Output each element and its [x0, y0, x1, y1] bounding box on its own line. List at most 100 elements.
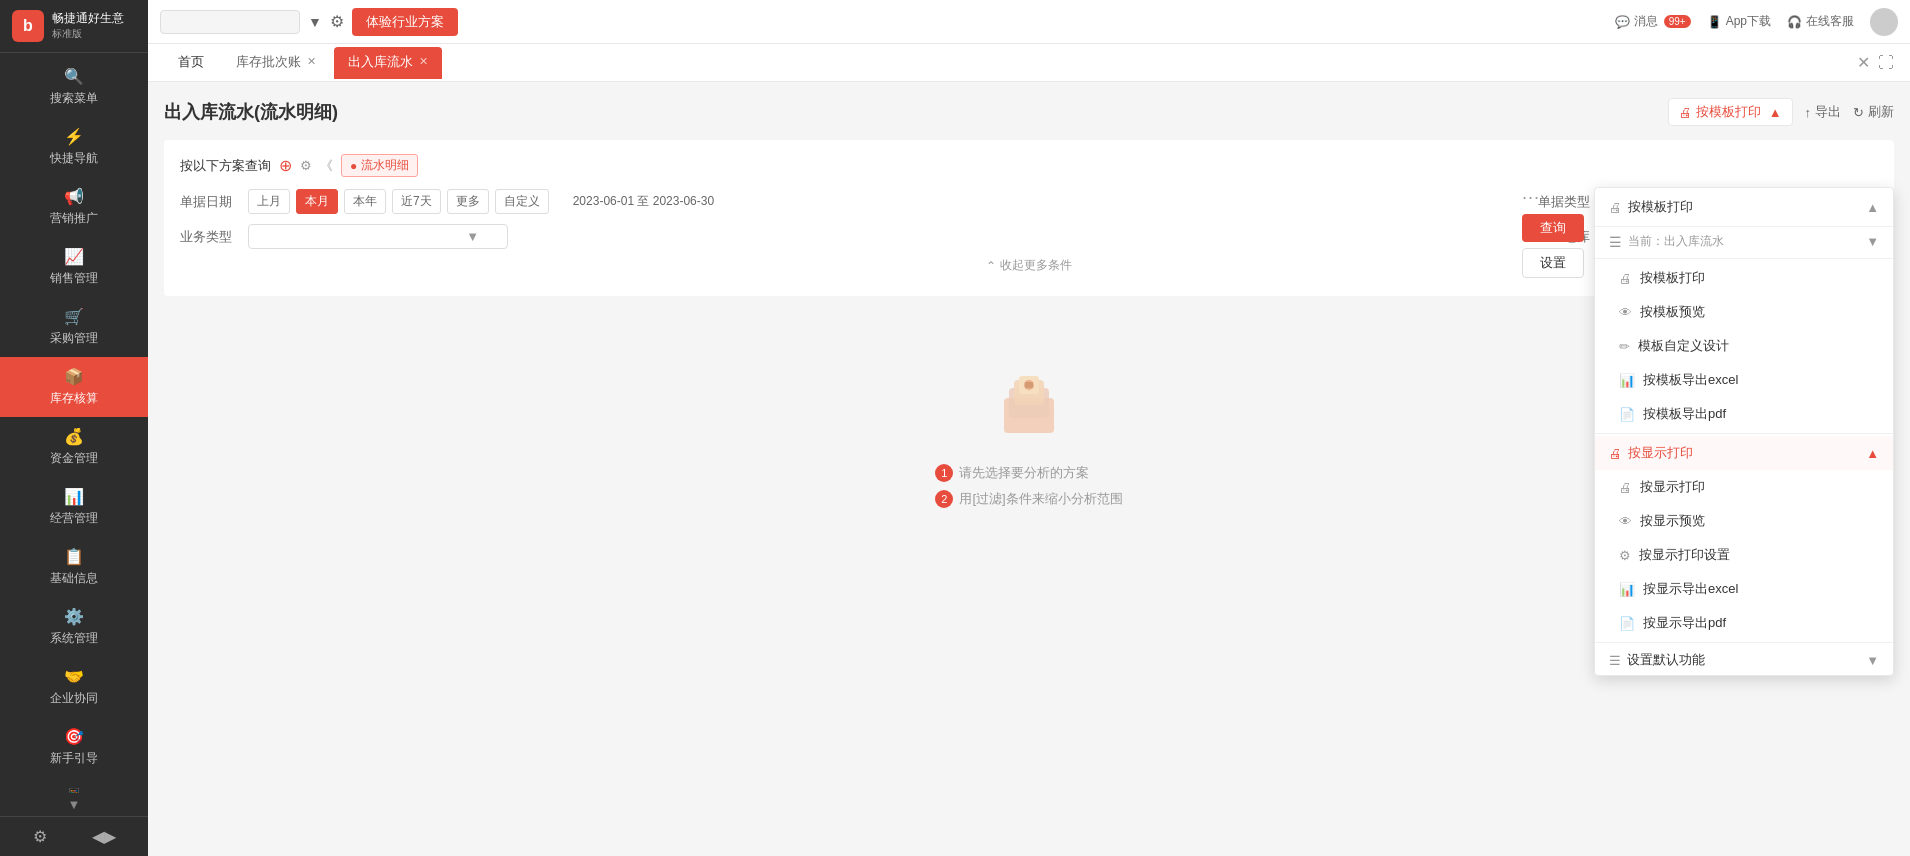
display-preview-icon: 👁 — [1619, 514, 1632, 529]
online-service-btn[interactable]: 🎧 在线客服 — [1787, 13, 1854, 30]
template-preview-icon: 👁 — [1619, 305, 1632, 320]
date-range-display: 2023-06-01 至 2023-06-30 — [573, 193, 714, 210]
sidebar-item-inventory[interactable]: 📦 库存核算 — [0, 357, 148, 417]
date-btn-last-month[interactable]: 上月 — [248, 189, 290, 214]
template-print-icon: 🖨 — [1619, 271, 1632, 286]
topbar-right: 💬 消息 99+ 📱 App下载 🎧 在线客服 — [1615, 8, 1898, 36]
date-btn-7days[interactable]: 近7天 — [392, 189, 441, 214]
empty-hint-1: 1 请先选择要分析的方案 — [935, 464, 1122, 482]
display-section-icon: 🖨 — [1609, 446, 1622, 461]
dropdown-display-preview[interactable]: 👁 按显示预览 — [1595, 504, 1893, 538]
tab-expand-icon[interactable]: ⛶ — [1878, 54, 1894, 72]
sidebar-item-sales[interactable]: 📈 销售管理 — [0, 237, 148, 297]
sidebar-item-cooperation[interactable]: 🤝 企业协同 — [0, 657, 148, 717]
logo-sub: 标准版 — [52, 27, 124, 41]
current-template-item[interactable]: ☰ 当前：出入库流水 ▼ — [1595, 227, 1893, 256]
more-options-btn[interactable]: ··· — [1522, 187, 1584, 208]
display-settings-icon: ⚙ — [1619, 548, 1631, 563]
dropdown-template-export-excel[interactable]: 📊 按模板导出excel — [1595, 363, 1893, 397]
template-customize-icon: ✏ — [1619, 339, 1630, 354]
topbar-search-input[interactable] — [160, 10, 300, 34]
page-header: 出入库流水(流水明细) 🖨 按模板打印 ▲ ↑ 导出 ↻ 刷新 — [164, 98, 1894, 126]
tab-batch-account-close[interactable]: ✕ — [307, 55, 316, 68]
filter-label: 按以下方案查询 — [180, 157, 271, 175]
finance-icon: 💰 — [64, 427, 84, 446]
display-section-arrow: ▲ — [1866, 446, 1879, 461]
page-title: 出入库流水(流水明细) — [164, 100, 338, 124]
sidebar-bottom: ⚙ ◀▶ — [0, 816, 148, 856]
dropdown-display-export-pdf[interactable]: 📄 按显示导出pdf — [1595, 606, 1893, 640]
template-excel-icon: 📊 — [1619, 373, 1635, 388]
topbar-gear-icon[interactable]: ⚙ — [330, 12, 344, 31]
tab-home[interactable]: 首页 — [164, 47, 218, 79]
sidebar-collapse-btn[interactable]: ◀▶ — [92, 827, 116, 846]
filter-collapse-btn[interactable]: 《 — [320, 157, 333, 175]
empty-illustration — [989, 368, 1069, 448]
filter-tag-icon: ● — [350, 159, 357, 173]
topbar: ▼ ⚙ 体验行业方案 💬 消息 99+ 📱 App下载 🎧 在线客服 — [148, 0, 1910, 44]
query-button[interactable]: 查询 — [1522, 214, 1584, 242]
empty-hints: 1 请先选择要分析的方案 2 用[过滤]条件来缩小分析范围 — [935, 464, 1122, 516]
dropdown-template-print[interactable]: 🖨 按模板打印 — [1595, 261, 1893, 295]
basic-info-icon: 📋 — [64, 547, 84, 566]
chevron-up-icon: ⌃ — [986, 259, 996, 273]
settings-button[interactable]: 设置 — [1522, 248, 1584, 278]
sidebar-item-guide[interactable]: 🎯 新手引导 — [0, 717, 148, 777]
sidebar-nav: 🔍 搜索菜单 ⚡ 快捷导航 📢 营销推广 📈 销售管理 🛒 采购管理 📦 库存核… — [0, 53, 148, 793]
sidebar-item-finance[interactable]: 💰 资金管理 — [0, 417, 148, 477]
sidebar-settings-btn[interactable]: ⚙ — [33, 827, 47, 846]
dropdown-template-preview[interactable]: 👁 按模板预览 — [1595, 295, 1893, 329]
dropdown-template-customize[interactable]: ✏ 模板自定义设计 — [1595, 329, 1893, 363]
date-btn-this-year[interactable]: 本年 — [344, 189, 386, 214]
date-filter: 上月 本月 本年 近7天 更多 自定义 — [248, 189, 549, 214]
refresh-btn[interactable]: ↻ 刷新 — [1853, 103, 1894, 121]
tab-flow[interactable]: 出入库流水 ✕ — [334, 47, 442, 79]
export-icon: ↑ — [1805, 105, 1812, 120]
tab-close-all-icon[interactable]: ✕ — [1857, 53, 1870, 72]
business-type-select[interactable]: ▼ — [248, 224, 508, 249]
sidebar-item-search[interactable]: 🔍 搜索菜单 — [0, 57, 148, 117]
date-btn-this-month[interactable]: 本月 — [296, 189, 338, 214]
date-btn-custom[interactable]: 自定义 — [495, 189, 549, 214]
sidebar-scroll-down[interactable]: ▼ — [0, 793, 148, 816]
tabbar: 首页 库存批次账 ✕ 出入库流水 ✕ ✕ ⛶ — [148, 44, 1910, 82]
sales-icon: 📈 — [64, 247, 84, 266]
filter-add-btn[interactable]: ⊕ — [279, 156, 292, 175]
page-actions: 🖨 按模板打印 ▲ ↑ 导出 ↻ 刷新 — [1668, 98, 1894, 126]
topbar-dropdown-arrow[interactable]: ▼ — [308, 14, 322, 30]
dropdown-collapse-arrow[interactable]: ▲ — [1866, 200, 1879, 215]
date-btn-more[interactable]: 更多 — [447, 189, 489, 214]
export-btn[interactable]: ↑ 导出 — [1805, 103, 1842, 121]
sidebar-item-marketing[interactable]: 📢 营销推广 — [0, 177, 148, 237]
dropdown-display-settings[interactable]: ⚙ 按显示打印设置 — [1595, 538, 1893, 572]
template-list-icon: ☰ — [1609, 234, 1622, 250]
sidebar-item-system[interactable]: ⚙️ 系统管理 — [0, 597, 148, 657]
print-dropdown-panel: 🖨 按模板打印 ▲ ☰ 当前：出入库流水 ▼ 🖨 按模板打印 👁 — [1594, 187, 1894, 676]
display-excel-icon: 📊 — [1619, 582, 1635, 597]
user-avatar[interactable] — [1870, 8, 1898, 36]
topbar-left: ▼ ⚙ 体验行业方案 — [160, 8, 1605, 36]
side-buttons: ··· 查询 设置 — [1522, 187, 1584, 278]
page-content: 出入库流水(流水明细) 🖨 按模板打印 ▲ ↑ 导出 ↻ 刷新 — [148, 82, 1910, 856]
tab-flow-close[interactable]: ✕ — [419, 55, 428, 68]
marketing-icon: 📢 — [64, 187, 84, 206]
display-section-header[interactable]: 🖨 按显示打印 ▲ — [1595, 436, 1893, 470]
tab-batch-account[interactable]: 库存批次账 ✕ — [222, 47, 330, 79]
business-type-label: 业务类型 — [180, 228, 232, 246]
dropdown-display-export-excel[interactable]: 📊 按显示导出excel — [1595, 572, 1893, 606]
dropdown-display-print[interactable]: 🖨 按显示打印 — [1595, 470, 1893, 504]
sidebar-item-quick-nav[interactable]: ⚡ 快捷导航 — [0, 117, 148, 177]
dropdown-default-function[interactable]: ☰ 设置默认功能 ▼ — [1595, 645, 1893, 675]
sidebar-item-app-center[interactable]: 📱 应用中心 — [0, 777, 148, 793]
filter-setting-btn[interactable]: ⚙ — [300, 158, 312, 173]
sidebar-item-purchase[interactable]: 🛒 采购管理 — [0, 297, 148, 357]
print-template-btn[interactable]: 🖨 按模板打印 ▲ — [1668, 98, 1793, 126]
app-download-btn[interactable]: 📱 App下载 — [1707, 13, 1771, 30]
system-icon: ⚙️ — [64, 607, 84, 626]
mobile-icon: 📱 — [1707, 15, 1722, 29]
sidebar-item-basic-info[interactable]: 📋 基础信息 — [0, 537, 148, 597]
notification-btn[interactable]: 💬 消息 99+ — [1615, 13, 1691, 30]
dropdown-template-export-pdf[interactable]: 📄 按模板导出pdf — [1595, 397, 1893, 431]
industry-btn[interactable]: 体验行业方案 — [352, 8, 458, 36]
sidebar-item-operations[interactable]: 📊 经营管理 — [0, 477, 148, 537]
